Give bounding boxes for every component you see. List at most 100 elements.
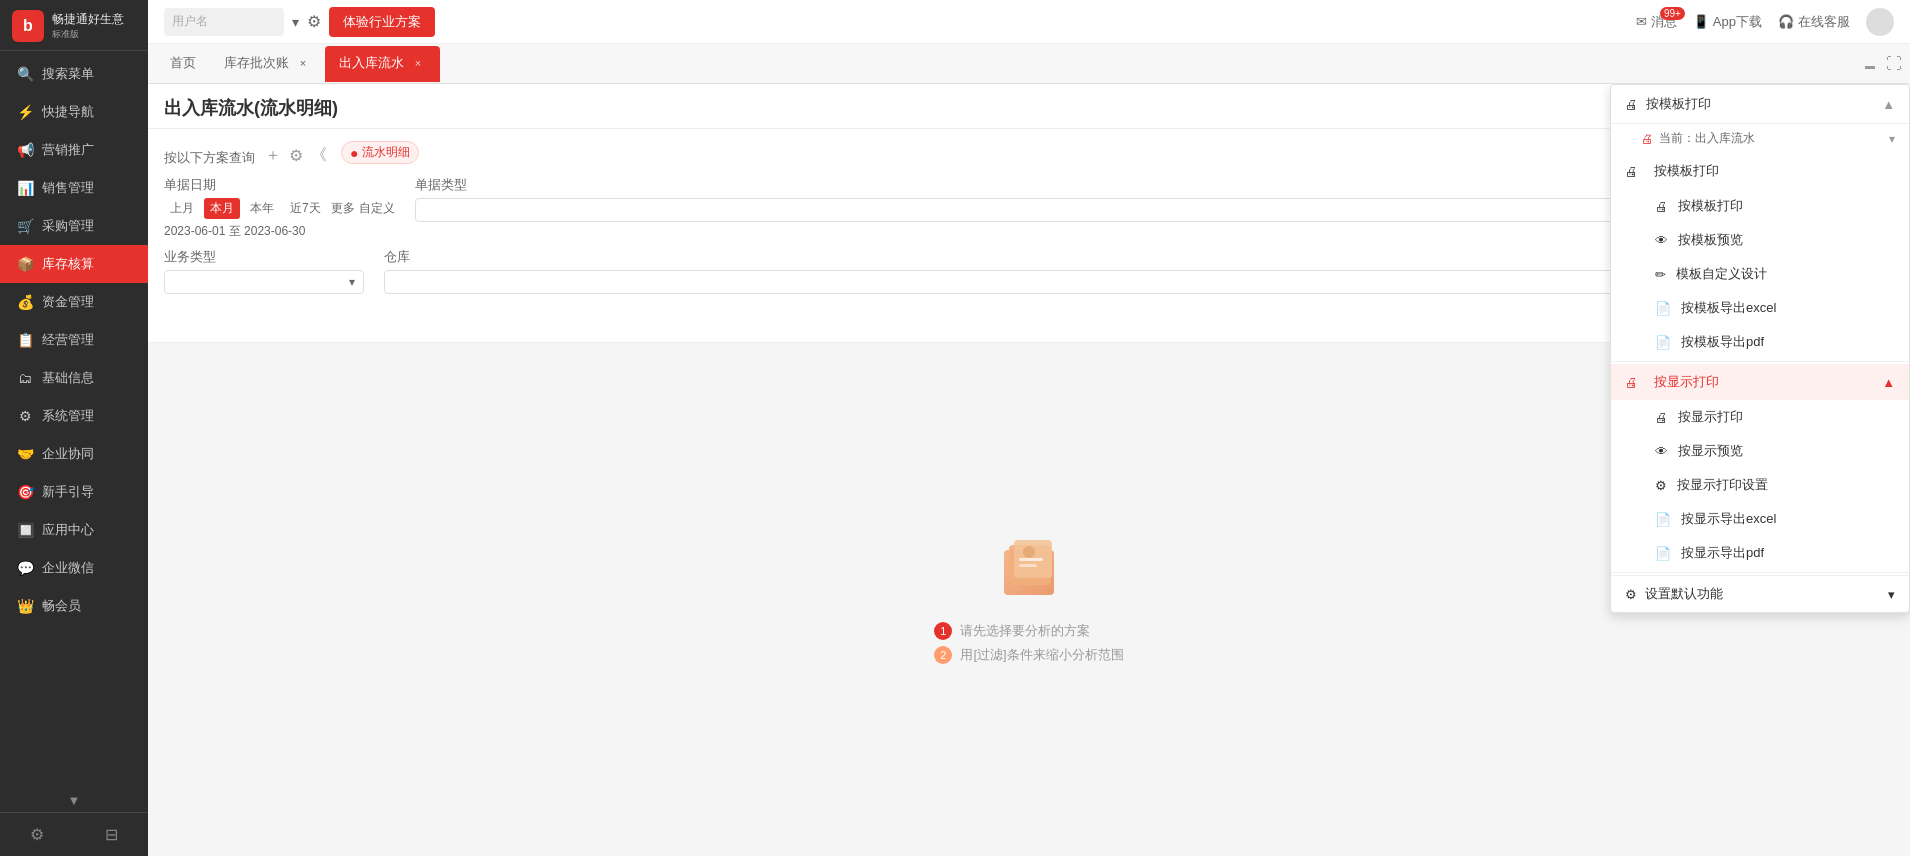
empty-state: 1 请先选择要分析的方案 2 用[过滤]条件来缩小分析范围 <box>934 530 1123 670</box>
message-icon: ✉ <box>1636 14 1647 29</box>
dropdown-footer-default[interactable]: ⚙ 设置默认功能 ▾ <box>1611 575 1909 612</box>
sidebar-item-basic-info[interactable]: 🗂 基础信息 <box>0 359 148 397</box>
sidebar-item-finance[interactable]: 💰 资金管理 <box>0 283 148 321</box>
message-badge: 99+ <box>1660 7 1685 20</box>
sidebar-settings-btn[interactable]: ⚙ <box>22 821 52 848</box>
dropdown-item-template-print[interactable]: 🖨 按模板打印 <box>1611 189 1909 223</box>
step-num-1: 1 <box>934 622 952 640</box>
search-settings-gear[interactable]: ⚙ <box>287 144 305 167</box>
search-collapse-btn[interactable]: 《 <box>309 143 329 168</box>
user-avatar[interactable] <box>1866 8 1894 36</box>
date-range-display[interactable]: 2023-06-01 至 2023-06-30 <box>164 223 395 240</box>
handshake-icon: 🤝 <box>16 446 34 462</box>
display-settings-icon: ⚙ <box>1655 478 1667 493</box>
tab-minimize-btn[interactable]: 🗕 <box>1862 55 1878 73</box>
user-selector[interactable]: 用户名 <box>164 8 284 36</box>
sidebar-item-purchase[interactable]: 🛒 采购管理 <box>0 207 148 245</box>
dropdown-current-indicator: 🖨 当前：出入库流水 ▾ <box>1611 124 1909 153</box>
user-dropdown-arrow[interactable]: ▾ <box>292 14 299 30</box>
clipboard-icon: 📋 <box>16 332 34 348</box>
trial-btn[interactable]: 体验行业方案 <box>329 7 435 37</box>
dropdown-header: 🖨 按模板打印 ▲ <box>1611 85 1909 124</box>
empty-steps: 1 请先选择要分析的方案 2 用[过滤]条件来缩小分析范围 <box>934 622 1123 670</box>
tab-batch-account[interactable]: 库存批次账 × <box>210 46 325 82</box>
display-printer-icon: 🖨 <box>1655 410 1668 425</box>
sub-design-icon: ✏ <box>1655 267 1666 282</box>
header-right: ✉ 消息 99+ 📱 App下载 🎧 在线客服 <box>1636 8 1894 36</box>
dropdown-item-template-pdf[interactable]: 📄 按模板导出pdf <box>1611 325 1909 359</box>
dropdown-item-template-excel[interactable]: 📄 按模板导出excel <box>1611 291 1909 325</box>
tab-close-batch-account[interactable]: × <box>295 55 311 71</box>
grid-icon: 🔲 <box>16 522 34 538</box>
sidebar-item-apps[interactable]: 🔲 应用中心 <box>0 511 148 549</box>
sidebar-item-member[interactable]: 👑 畅会员 <box>0 587 148 625</box>
sidebar-item-marketing[interactable]: 📢 营销推广 <box>0 131 148 169</box>
footer-arrow: ▾ <box>1888 587 1895 602</box>
section-display-printer-icon: 🖨 <box>1625 375 1638 390</box>
logo-icon: b <box>12 10 44 42</box>
section-divider-2 <box>1611 572 1909 573</box>
filter-tag-label: 流水明细 <box>362 144 410 161</box>
tab-inventory-flow[interactable]: 出入库流水 × <box>325 46 440 82</box>
display-preview-icon: 👁 <box>1655 444 1668 459</box>
tab-bar: 首页 库存批次账 × 出入库流水 × 🗕 ⛶ <box>148 44 1910 84</box>
online-service-btn[interactable]: 🎧 在线客服 <box>1778 13 1850 31</box>
sidebar-item-inventory[interactable]: 📦 库存核算 <box>0 245 148 283</box>
svg-point-5 <box>1023 546 1035 558</box>
top-header: 用户名 ▾ ⚙ 体验行业方案 ✉ 消息 99+ 📱 App下载 🎧 在线客服 <box>148 0 1910 44</box>
sidebar-scroll-down[interactable]: ▼ <box>0 789 148 812</box>
dropdown-section-display[interactable]: 🖨 按显示打印 ▲ <box>1611 364 1909 400</box>
tab-controls: 🗕 ⛶ <box>1862 55 1902 73</box>
page-wrapper: 出入库流水(流水明细) 🖨 按模板打印 ▲ | ↑ 导出 ↺ 刷新 <box>148 84 1910 856</box>
sidebar-item-collab[interactable]: 🤝 企业协同 <box>0 435 148 473</box>
app-logo: b 畅捷通好生意 标准版 <box>0 0 148 51</box>
dropdown-section-template[interactable]: 🖨 按模板打印 <box>1611 153 1909 189</box>
dropdown-collapse-arrow[interactable]: ▲ <box>1882 97 1895 112</box>
display-excel-icon: 📄 <box>1655 512 1671 527</box>
date-btn-7days[interactable]: 近7天 <box>284 198 327 219</box>
chart-icon: 📊 <box>16 180 34 196</box>
sidebar-collapse-btn[interactable]: ⊟ <box>97 821 126 848</box>
sidebar-item-quicknav[interactable]: ⚡ 快捷导航 <box>0 93 148 131</box>
sidebar-item-system[interactable]: ⚙ 系统管理 <box>0 397 148 435</box>
app-name: 畅捷通好生意 标准版 <box>52 11 124 41</box>
date-shortcuts: 上月 本月 本年 近7天 更多 自定义 <box>164 198 395 219</box>
dropdown-item-display-settings[interactable]: ⚙ 按显示打印设置 <box>1611 468 1909 502</box>
message-btn[interactable]: ✉ 消息 99+ <box>1636 13 1677 31</box>
date-btn-custom[interactable]: 自定义 <box>359 200 395 217</box>
search-add-btn[interactable]: ＋ <box>263 143 283 168</box>
section-collapse-arrow[interactable]: ▲ <box>1882 375 1895 390</box>
header-gear-btn[interactable]: ⚙ <box>307 12 321 31</box>
tab-close-inventory-flow[interactable]: × <box>410 55 426 71</box>
empty-step-2: 2 用[过滤]条件来缩小分析范围 <box>934 646 1123 664</box>
sidebar-item-sales[interactable]: 📊 销售管理 <box>0 169 148 207</box>
dropdown-item-display-excel[interactable]: 📄 按显示导出excel <box>1611 502 1909 536</box>
sidebar-item-weixin[interactable]: 💬 企业微信 <box>0 549 148 587</box>
sidebar-item-search[interactable]: 🔍 搜索菜单 <box>0 55 148 93</box>
tab-maximize-btn[interactable]: ⛶ <box>1886 55 1902 73</box>
svg-rect-3 <box>1019 558 1043 561</box>
sidebar-bottom: ⚙ ⊟ <box>0 812 148 856</box>
date-filter: 单据日期 上月 本月 本年 近7天 更多 自定义 2023-06-01 至 20… <box>164 176 395 240</box>
empty-step-1: 1 请先选择要分析的方案 <box>934 622 1123 640</box>
biz-type-filter: 业务类型 ▾ <box>164 248 364 294</box>
dropdown-item-display-preview[interactable]: 👁 按显示预览 <box>1611 434 1909 468</box>
biz-type-select[interactable]: ▾ <box>164 270 364 294</box>
sidebar-item-guide[interactable]: 🎯 新手引导 <box>0 473 148 511</box>
dropdown-item-template-preview[interactable]: 👁 按模板预览 <box>1611 223 1909 257</box>
date-btn-more[interactable]: 更多 <box>331 200 355 217</box>
svg-rect-4 <box>1019 564 1037 567</box>
app-download-btn[interactable]: 📱 App下载 <box>1693 13 1762 31</box>
dropdown-item-template-design[interactable]: ✏ 模板自定义设计 <box>1611 257 1909 291</box>
dropdown-item-display-pdf[interactable]: 📄 按显示导出pdf <box>1611 536 1909 570</box>
tab-home[interactable]: 首页 <box>156 46 210 82</box>
target-icon: 🎯 <box>16 484 34 500</box>
dropdown-item-display-print[interactable]: 🖨 按显示打印 <box>1611 400 1909 434</box>
date-btn-this-month[interactable]: 本月 <box>204 198 240 219</box>
biz-select-arrow: ▾ <box>349 275 355 289</box>
sidebar-item-operations[interactable]: 📋 经营管理 <box>0 321 148 359</box>
date-btn-last-month[interactable]: 上月 <box>164 198 200 219</box>
current-arrow[interactable]: ▾ <box>1889 132 1895 146</box>
date-btn-this-year[interactable]: 本年 <box>244 198 280 219</box>
main-area: 用户名 ▾ ⚙ 体验行业方案 ✉ 消息 99+ 📱 App下载 🎧 在线客服 <box>148 0 1910 856</box>
